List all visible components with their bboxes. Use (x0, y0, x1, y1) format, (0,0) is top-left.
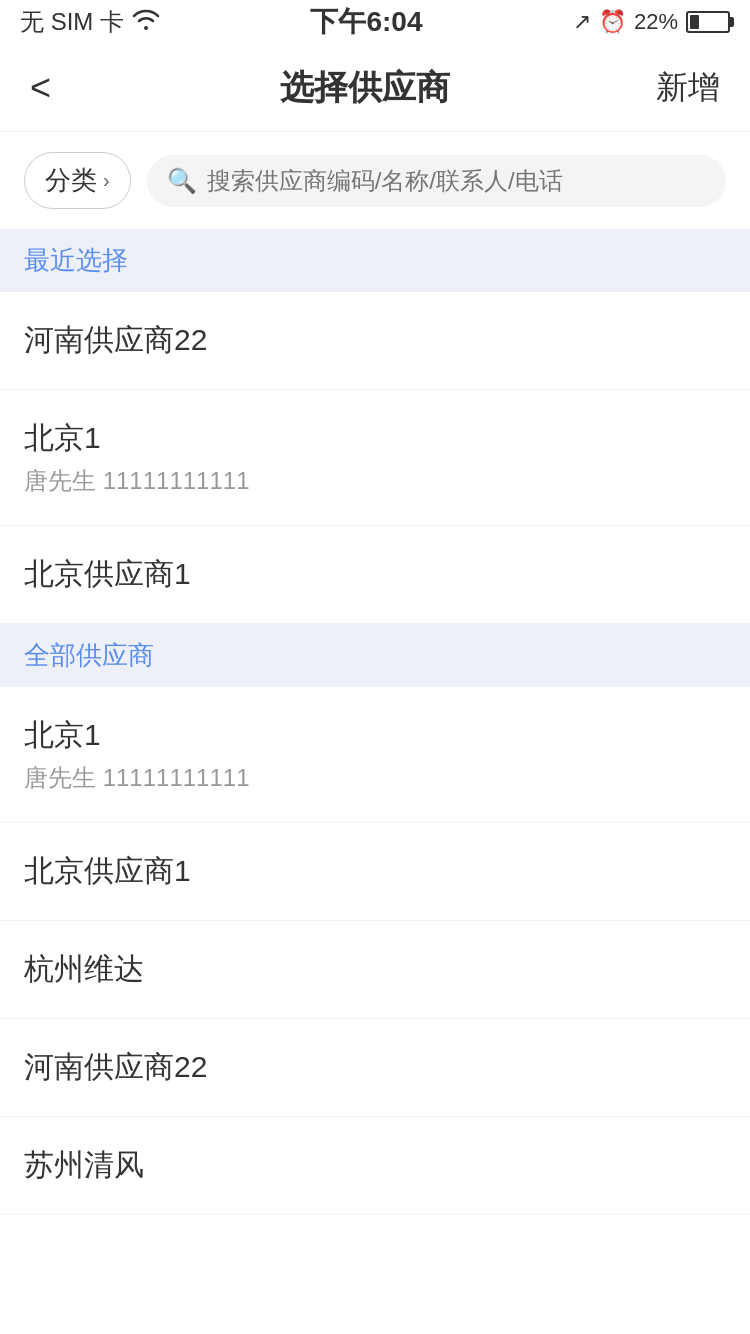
item-name: 北京1 (24, 715, 726, 756)
list-item[interactable]: 河南供应商22 (0, 1019, 750, 1117)
category-label: 分类 (45, 163, 97, 198)
battery-percent: 22% (634, 9, 678, 35)
list-item[interactable]: 苏州清风 (0, 1117, 750, 1215)
battery-icon (686, 11, 730, 33)
status-right: ↗ ⏰ 22% (573, 9, 730, 35)
item-name: 北京供应商1 (24, 554, 726, 595)
search-icon: 🔍 (167, 167, 197, 195)
add-button[interactable]: 新增 (640, 66, 720, 110)
list-item[interactable]: 北京1 唐先生 11111111111 (0, 687, 750, 823)
all-items-list: 北京1 唐先生 11111111111 北京供应商1 杭州维达河南供应商22 苏州清风 (0, 687, 750, 1215)
item-sub: 唐先生 11111111111 (24, 762, 726, 794)
item-name: 苏州清风 (24, 1145, 726, 1186)
search-box[interactable]: 🔍 (147, 155, 726, 207)
nav-bar: < 选择供应商 新增 (0, 44, 750, 132)
list-item[interactable]: 北京供应商1 (0, 526, 750, 624)
list-item[interactable]: 北京1 唐先生 11111111111 (0, 390, 750, 526)
alarm-icon: ⏰ (599, 9, 626, 35)
recent-section-header: 最近选择 (0, 229, 750, 292)
list-item[interactable]: 杭州维达 (0, 921, 750, 1019)
item-name: 河南供应商22 (24, 1047, 726, 1088)
chevron-right-icon: › (103, 169, 110, 192)
recent-items-list: 河南供应商22 北京1 唐先生 11111111111 北京供应商1 (0, 292, 750, 624)
sim-status: 无 SIM 卡 (20, 6, 124, 38)
item-name: 杭州维达 (24, 949, 726, 990)
list-item[interactable]: 北京供应商1 (0, 823, 750, 921)
status-bar: 无 SIM 卡 下午6:04 ↗ ⏰ 22% (0, 0, 750, 44)
back-button[interactable]: < (30, 67, 90, 109)
recent-section-title: 最近选择 (24, 245, 128, 275)
category-button[interactable]: 分类 › (24, 152, 131, 209)
wifi-icon (132, 8, 160, 36)
all-section-header: 全部供应商 (0, 624, 750, 687)
search-input[interactable] (207, 167, 706, 195)
page-title: 选择供应商 (280, 65, 450, 111)
all-section-title: 全部供应商 (24, 640, 154, 670)
item-name: 河南供应商22 (24, 320, 726, 361)
status-time: 下午6:04 (310, 3, 422, 41)
status-left: 无 SIM 卡 (20, 6, 160, 38)
location-icon: ↗ (573, 9, 591, 35)
item-sub: 唐先生 11111111111 (24, 465, 726, 497)
item-name: 北京1 (24, 418, 726, 459)
list-item[interactable]: 河南供应商22 (0, 292, 750, 390)
filter-bar: 分类 › 🔍 (0, 132, 750, 229)
item-name: 北京供应商1 (24, 851, 726, 892)
